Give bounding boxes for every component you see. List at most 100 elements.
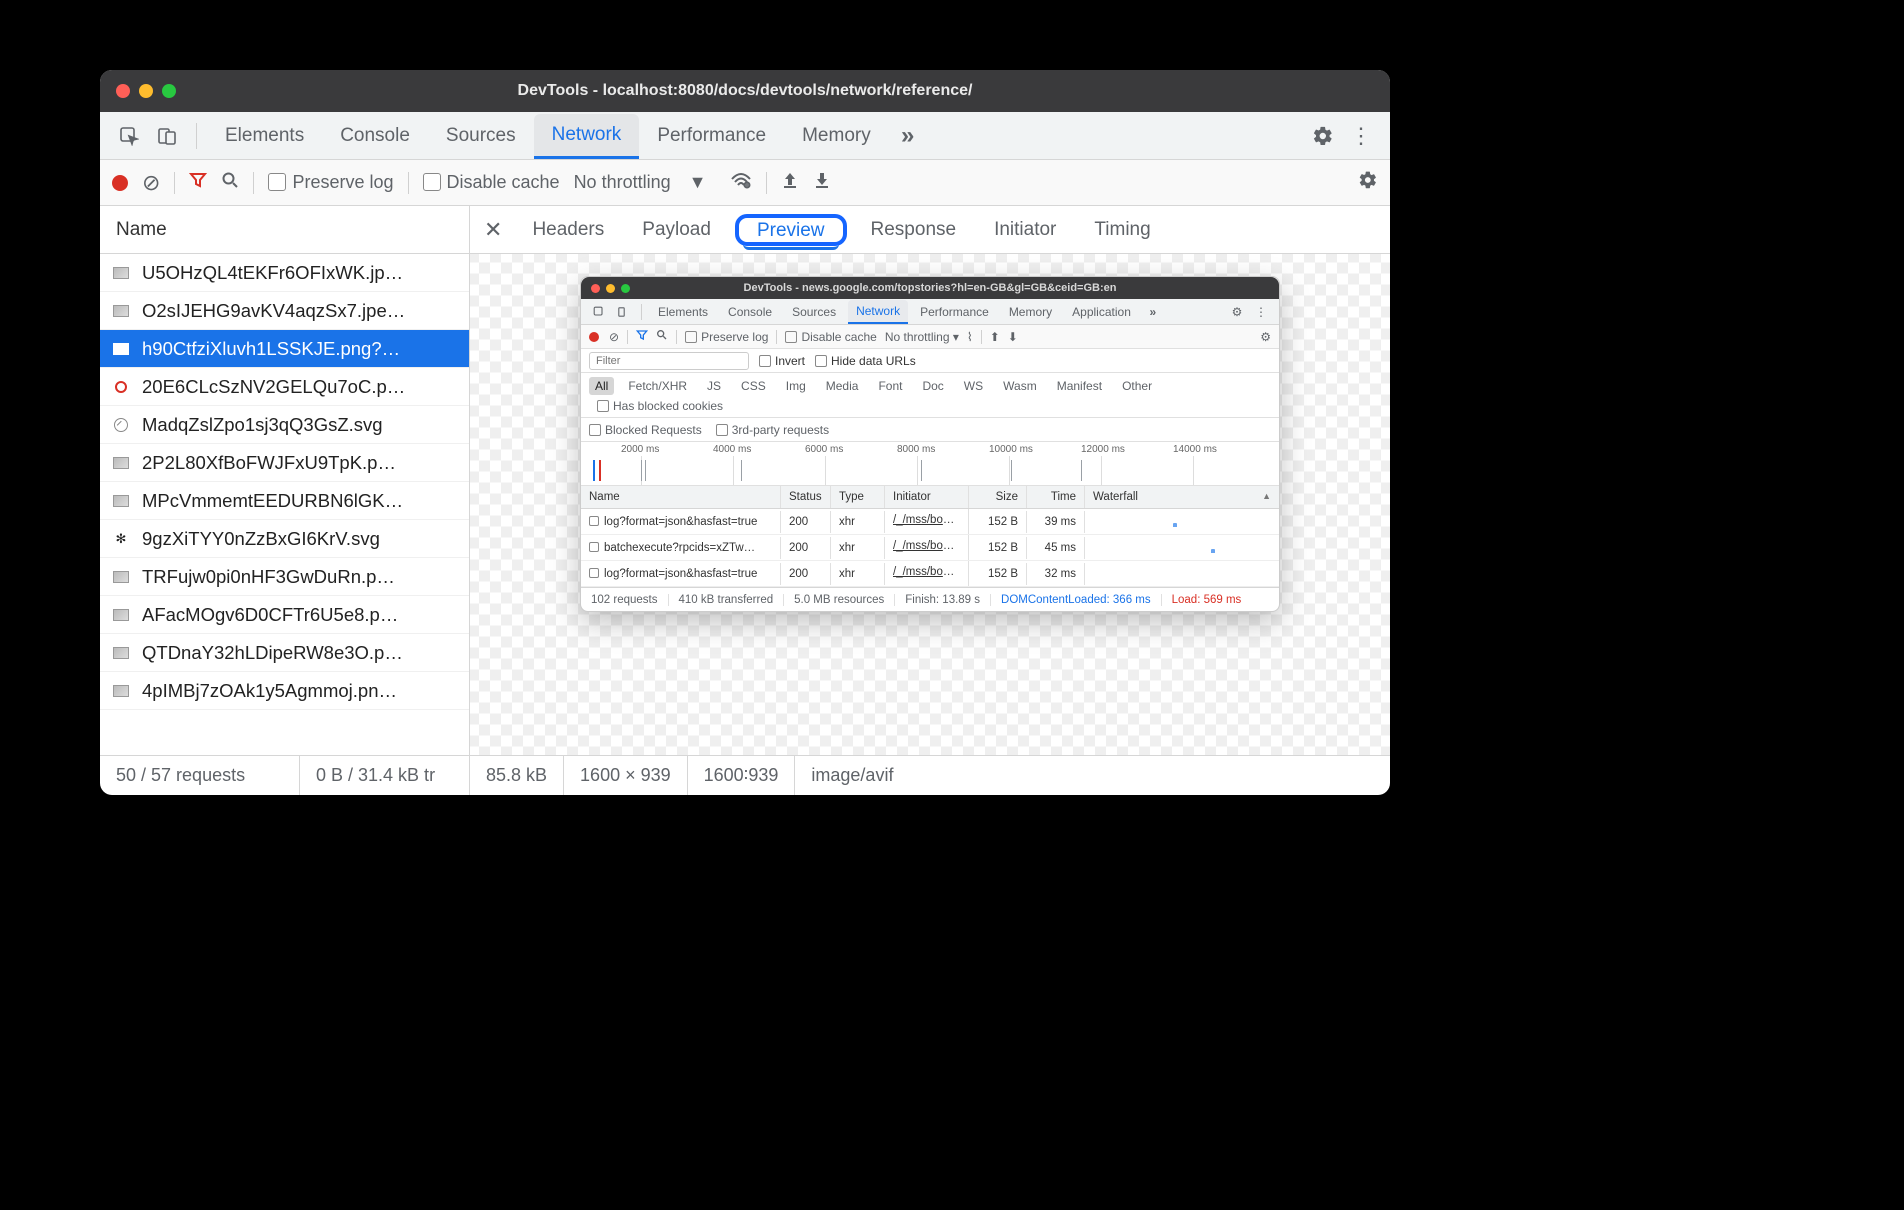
inner-tab-memory: Memory xyxy=(1001,301,1060,323)
filter-type-other: Other xyxy=(1116,377,1158,395)
request-row[interactable]: MadqZslZpo1sj3qQ3GsZ.svg xyxy=(100,406,469,444)
tab-elements[interactable]: Elements xyxy=(207,115,322,157)
request-row[interactable]: 2P2L80XfBoFWJFxU9TpK.p… xyxy=(100,444,469,482)
request-row[interactable]: h90CtfziXluvh1LSSKJE.png?… xyxy=(100,330,469,368)
close-detail-icon[interactable]: ✕ xyxy=(484,217,502,243)
tab-sources[interactable]: Sources xyxy=(428,115,534,157)
request-name: O2sIJEHG9avKV4aqzSx7.jpe… xyxy=(142,300,405,322)
throttling-select[interactable]: No throttling ▼ xyxy=(574,172,717,193)
tab-network[interactable]: Network xyxy=(534,114,640,159)
request-row[interactable]: U5OHzQL4tEKFr6OFIxWK.jp… xyxy=(100,254,469,292)
preview-pane: DevTools - news.google.com/topstories?hl… xyxy=(470,254,1390,755)
detail-tab-preview[interactable]: Preview xyxy=(743,212,839,250)
disable-cache-checkbox[interactable]: Disable cache xyxy=(423,172,560,193)
detail-tab-response[interactable]: Response xyxy=(857,211,971,249)
inner-status-dom: DOMContentLoaded: 366 ms xyxy=(991,594,1162,606)
filter-type-fetchxhr: Fetch/XHR xyxy=(622,377,693,395)
inner-blocked-row: Blocked Requests 3rd-party requests xyxy=(581,418,1279,442)
more-tabs-button[interactable]: » xyxy=(895,123,921,149)
inspect-icon[interactable] xyxy=(116,123,142,149)
request-name: MPcVmmemtEEDURBN6lGK… xyxy=(142,490,403,512)
filter-icon[interactable] xyxy=(189,171,207,194)
maximize-window-button[interactable] xyxy=(162,84,176,98)
inner-status-transferred: 410 kB transferred xyxy=(669,594,785,606)
tab-performance[interactable]: Performance xyxy=(639,115,784,157)
inner-device-icon xyxy=(615,304,631,320)
status-mime: image/avif xyxy=(795,756,909,795)
request-name: MadqZslZpo1sj3qQ3GsZ.svg xyxy=(142,414,383,436)
detail-tab-headers[interactable]: Headers xyxy=(518,211,618,249)
request-list[interactable]: U5OHzQL4tEKFr6OFIxWK.jp… O2sIJEHG9avKV4aq… xyxy=(100,254,469,755)
detail-tab-timing[interactable]: Timing xyxy=(1080,211,1164,249)
request-name: 2P2L80XfBoFWJFxU9TpK.p… xyxy=(142,452,396,474)
request-row[interactable]: AFacMOgv6D0CFTr6U5e8.p… xyxy=(100,596,469,634)
window-title: DevTools - localhost:8080/docs/devtools/… xyxy=(100,82,1390,100)
record-button[interactable] xyxy=(112,175,128,191)
device-toggle-icon[interactable] xyxy=(154,123,180,149)
timeline-tick: 4000 ms xyxy=(713,444,751,455)
detail-tab-payload[interactable]: Payload xyxy=(628,211,725,249)
filter-type-font: Font xyxy=(872,377,908,395)
tab-memory[interactable]: Memory xyxy=(784,115,889,157)
inner-more-tabs-icon: » xyxy=(1145,304,1161,320)
detail-tabs: ✕ Headers Payload Preview Response Initi… xyxy=(470,206,1390,254)
inner-inspect-icon xyxy=(591,304,607,320)
request-row[interactable]: 4pIMBj7zOAk1y5Agmmoj.pn… xyxy=(100,672,469,710)
inner-record-icon xyxy=(589,332,599,342)
request-name: 4pIMBj7zOAk1y5Agmmoj.pn… xyxy=(142,680,397,702)
file-icon xyxy=(112,302,130,320)
request-name: 9gzXiTYY0nZzBxGI6KrV.svg xyxy=(142,528,380,550)
file-icon xyxy=(112,340,130,358)
request-row[interactable]: O2sIJEHG9avKV4aqzSx7.jpe… xyxy=(100,292,469,330)
panel-tabbar: Elements Console Sources Network Perform… xyxy=(100,112,1390,160)
th-status: Status xyxy=(781,486,831,508)
th-name: Name xyxy=(581,486,781,508)
request-row[interactable]: ✻9gzXiTYY0nZzBxGI6KrV.svg xyxy=(100,520,469,558)
status-transfer: 0 B / 31.4 kB tr xyxy=(300,756,470,795)
panel-settings-icon[interactable] xyxy=(1358,170,1378,196)
titlebar: DevTools - localhost:8080/docs/devtools/… xyxy=(100,70,1390,112)
filter-type-wasm: Wasm xyxy=(997,377,1043,395)
devtools-window: DevTools - localhost:8080/docs/devtools/… xyxy=(100,70,1390,795)
file-icon xyxy=(112,264,130,282)
inner-table-head: Name Status Type Initiator Size Time Wat… xyxy=(581,486,1279,509)
th-initiator: Initiator xyxy=(885,486,969,508)
inner-search-icon xyxy=(656,329,668,344)
settings-icon[interactable] xyxy=(1310,123,1336,149)
timeline-tick: 10000 ms xyxy=(989,444,1033,455)
download-har-icon[interactable] xyxy=(813,171,831,194)
upload-har-icon[interactable] xyxy=(781,171,799,194)
status-aspect: 1600∶939 xyxy=(688,756,796,795)
status-filesize: 85.8 kB xyxy=(470,756,564,795)
detail-panel: ✕ Headers Payload Preview Response Initi… xyxy=(470,206,1390,755)
request-row[interactable]: QTDnaY32hLDipeRW8e3O.p… xyxy=(100,634,469,672)
filter-type-ws: WS xyxy=(958,377,989,395)
close-window-button[interactable] xyxy=(116,84,130,98)
inner-throttling: No throttling ▾ xyxy=(885,330,959,344)
sidebar-header-name[interactable]: Name xyxy=(100,206,469,254)
detail-tab-initiator[interactable]: Initiator xyxy=(980,211,1070,249)
request-row[interactable]: TRFujw0pi0nHF3GwDuRn.p… xyxy=(100,558,469,596)
file-icon xyxy=(112,682,130,700)
preserve-log-label: Preserve log xyxy=(292,172,393,192)
tab-console[interactable]: Console xyxy=(322,115,428,157)
network-conditions-icon[interactable] xyxy=(730,171,752,194)
inner-table-row: batchexecute?rpcids=xZTw…200xhr/_/mss/bo… xyxy=(581,535,1279,561)
search-icon[interactable] xyxy=(221,171,239,194)
inner-overview-timeline: 2000 ms4000 ms6000 ms8000 ms10000 ms1200… xyxy=(581,442,1279,486)
inner-upload-icon: ⬆ xyxy=(990,330,1000,344)
inner-preserve-log: Preserve log xyxy=(685,330,768,344)
inner-network-toolbar: ⊘ Preserve log Disable cache No throttli… xyxy=(581,325,1279,349)
inner-tab-application: Application xyxy=(1064,301,1139,323)
request-row[interactable]: MPcVmmemtEEDURBN6lGK… xyxy=(100,482,469,520)
clear-button[interactable]: ⊘ xyxy=(142,170,160,196)
th-type: Type xyxy=(831,486,885,508)
kebab-menu-icon[interactable]: ⋮ xyxy=(1348,123,1374,149)
timeline-tick: 6000 ms xyxy=(805,444,843,455)
request-row[interactable]: 20E6CLcSzNV2GELQu7oC.p… xyxy=(100,368,469,406)
filter-type-media: Media xyxy=(820,377,865,395)
detail-tab-preview-highlight: Preview xyxy=(735,214,847,246)
preserve-log-checkbox[interactable]: Preserve log xyxy=(268,172,393,193)
minimize-window-button[interactable] xyxy=(139,84,153,98)
inner-status-load: Load: 569 ms xyxy=(1162,594,1252,606)
